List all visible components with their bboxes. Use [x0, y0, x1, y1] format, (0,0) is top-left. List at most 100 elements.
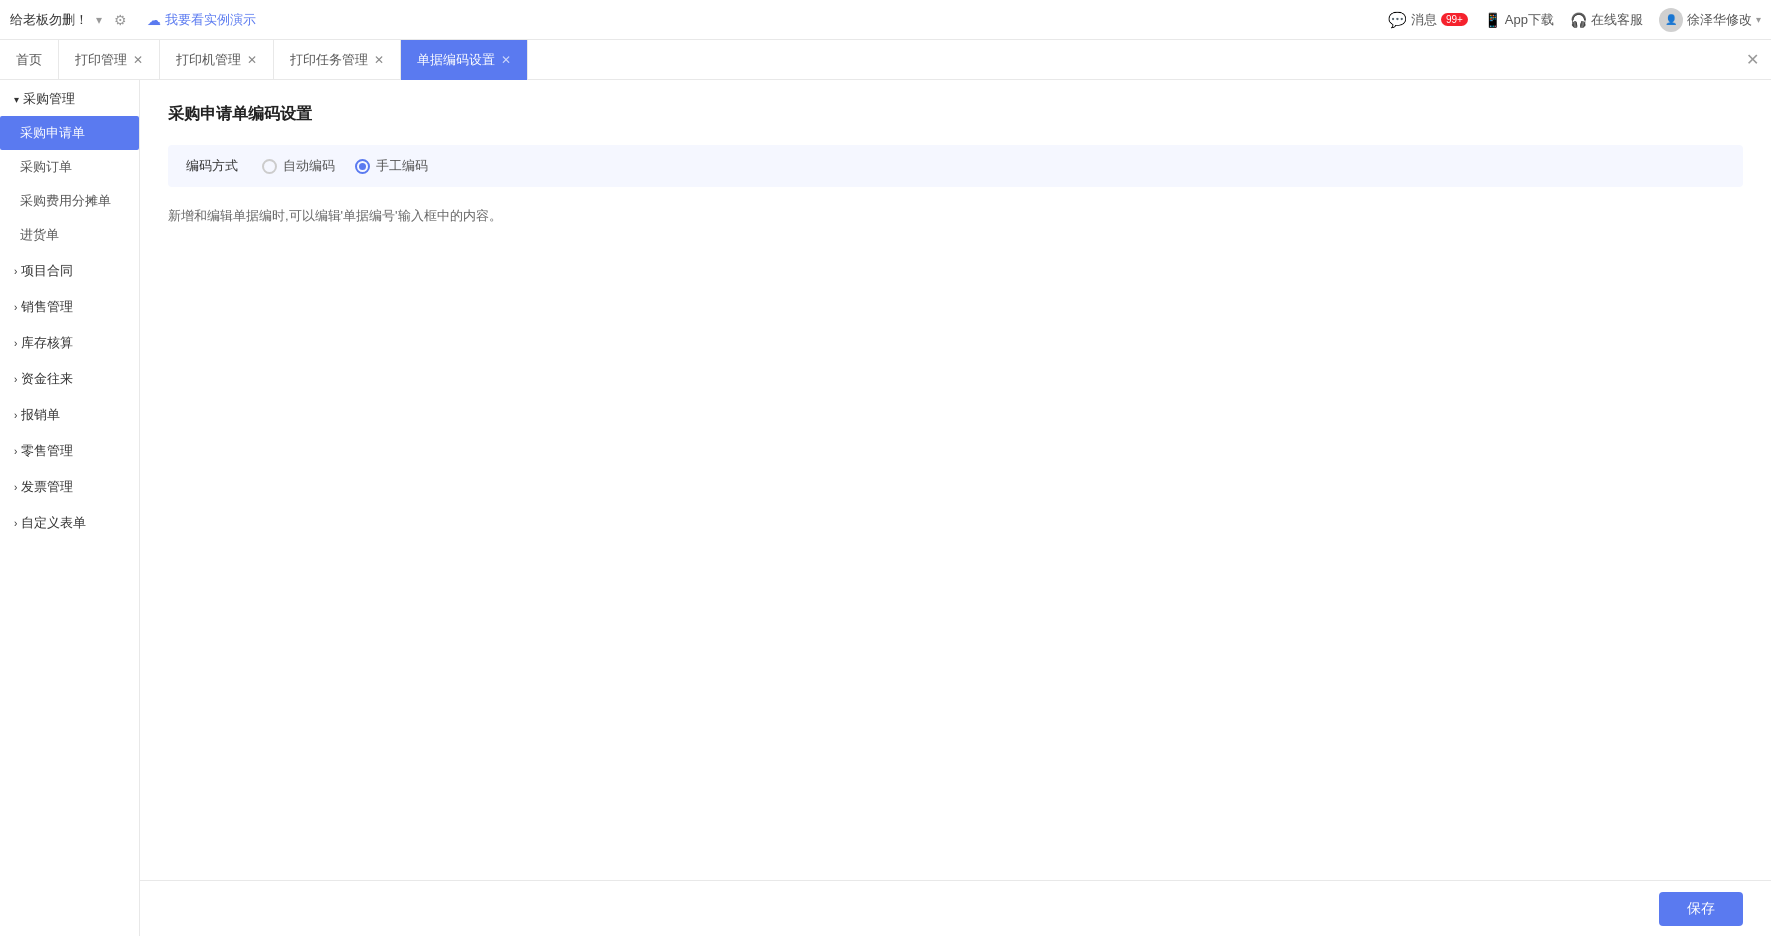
- main-layout: ▾ 采购管理 采购申请单 采购订单 采购费用分摊单 进货单 › 项目合同: [0, 80, 1771, 936]
- sidebar-group-custom-form: › 自定义表单: [0, 504, 139, 540]
- message-icon: 💬: [1388, 11, 1407, 29]
- tab-home[interactable]: 首页: [0, 40, 59, 80]
- sidebar-group-retail-label: 零售管理: [21, 442, 73, 460]
- sidebar-item-purchase-expense-label: 采购费用分摊单: [20, 193, 111, 208]
- app-download-button[interactable]: 📱 App下载: [1484, 11, 1554, 29]
- user-name: 徐泽华修改: [1687, 11, 1752, 29]
- tab-doc-encoding-settings-label: 单据编码设置: [417, 51, 495, 69]
- sidebar-group-project-contract-arrow: ›: [14, 266, 17, 277]
- encoding-method-row: 编码方式 自动编码 手工编码: [168, 145, 1743, 187]
- sidebar-group-sales-arrow: ›: [14, 302, 17, 313]
- tab-print-management[interactable]: 打印管理 ✕: [59, 40, 160, 80]
- tab-print-management-close[interactable]: ✕: [133, 53, 143, 67]
- brand-text: 给老板勿删！: [10, 11, 88, 29]
- demo-cloud-icon: ☁: [147, 12, 161, 28]
- sidebar-group-expense-title[interactable]: › 报销单: [0, 396, 139, 432]
- content-main: 采购申请单编码设置 编码方式 自动编码 手工编码 新增和编辑单据编时,可以编辑'…: [140, 80, 1771, 880]
- sidebar-group-invoice-title[interactable]: › 发票管理: [0, 468, 139, 504]
- sidebar-group-retail-title[interactable]: › 零售管理: [0, 432, 139, 468]
- tab-home-label: 首页: [16, 51, 42, 69]
- manual-encoding-radio[interactable]: [355, 159, 370, 174]
- user-dropdown-icon: ▾: [1756, 14, 1761, 25]
- sidebar-group-sales-title[interactable]: › 销售管理: [0, 288, 139, 324]
- tab-doc-encoding-settings-close[interactable]: ✕: [501, 53, 511, 67]
- sidebar-group-purchasing: ▾ 采购管理 采购申请单 采购订单 采购费用分摊单 进货单: [0, 80, 139, 252]
- bottom-bar: 保存: [140, 880, 1771, 936]
- gear-icon[interactable]: ⚙: [114, 12, 127, 28]
- sidebar-group-invoice: › 发票管理: [0, 468, 139, 504]
- sidebar-item-purchase-order-label: 采购订单: [20, 159, 72, 174]
- sidebar: ▾ 采购管理 采购申请单 采购订单 采购费用分摊单 进货单 › 项目合同: [0, 80, 140, 936]
- sidebar-item-purchase-request[interactable]: 采购申请单: [0, 116, 139, 150]
- page-title: 采购申请单编码设置: [168, 104, 1743, 125]
- tab-print-task-management-label: 打印任务管理: [290, 51, 368, 69]
- sidebar-group-expense-arrow: ›: [14, 410, 17, 421]
- message-label: 消息: [1411, 11, 1437, 29]
- auto-encoding-label: 自动编码: [283, 157, 335, 175]
- sidebar-group-custom-form-arrow: ›: [14, 518, 17, 529]
- manual-encoding-option[interactable]: 手工编码: [355, 157, 428, 175]
- sidebar-group-inventory: › 库存核算: [0, 324, 139, 360]
- sidebar-group-capital-title[interactable]: › 资金往来: [0, 360, 139, 396]
- tab-bar: 首页 打印管理 ✕ 打印机管理 ✕ 打印任务管理 ✕ 单据编码设置 ✕ ✕: [0, 40, 1771, 80]
- sidebar-group-project-contract-title[interactable]: › 项目合同: [0, 252, 139, 288]
- tab-printer-management-label: 打印机管理: [176, 51, 241, 69]
- tab-print-management-label: 打印管理: [75, 51, 127, 69]
- sidebar-group-custom-form-title[interactable]: › 自定义表单: [0, 504, 139, 540]
- phone-icon: 📱: [1484, 12, 1501, 28]
- window-close-button[interactable]: ✕: [1734, 50, 1771, 69]
- hint-text: 新增和编辑单据编时,可以编辑'单据编号'输入框中的内容。: [168, 207, 1743, 225]
- sidebar-item-stock-in[interactable]: 进货单: [0, 218, 139, 252]
- save-button[interactable]: 保存: [1659, 892, 1743, 926]
- sidebar-group-retail-arrow: ›: [14, 446, 17, 457]
- auto-encoding-option[interactable]: 自动编码: [262, 157, 335, 175]
- top-bar: 给老板勿删！ ▾ ⚙ ☁ 我要看实例演示 💬 消息 99+ 📱 App下载 🎧 …: [0, 0, 1771, 40]
- sidebar-group-invoice-arrow: ›: [14, 482, 17, 493]
- tab-printer-management[interactable]: 打印机管理 ✕: [160, 40, 274, 80]
- message-button[interactable]: 💬 消息 99+: [1388, 11, 1468, 29]
- sidebar-group-purchasing-arrow: ▾: [14, 94, 19, 105]
- encoding-radio-group: 自动编码 手工编码: [262, 157, 428, 175]
- top-bar-left: 给老板勿删！ ▾ ⚙ ☁ 我要看实例演示: [10, 11, 256, 29]
- headset-icon: 🎧: [1570, 12, 1587, 28]
- tab-print-task-management[interactable]: 打印任务管理 ✕: [274, 40, 401, 80]
- sidebar-group-capital-arrow: ›: [14, 374, 17, 385]
- online-support-button[interactable]: 🎧 在线客服: [1570, 11, 1643, 29]
- sidebar-group-inventory-label: 库存核算: [21, 334, 73, 352]
- sidebar-group-invoice-label: 发票管理: [21, 478, 73, 496]
- dropdown-arrow-icon[interactable]: ▾: [96, 13, 102, 27]
- content-area: 采购申请单编码设置 编码方式 自动编码 手工编码 新增和编辑单据编时,可以编辑'…: [140, 80, 1771, 936]
- tab-doc-encoding-settings[interactable]: 单据编码设置 ✕: [401, 40, 528, 80]
- message-badge: 99+: [1441, 13, 1468, 26]
- app-download-label: App下载: [1505, 11, 1554, 29]
- sidebar-group-capital-label: 资金往来: [21, 370, 73, 388]
- sidebar-group-custom-form-label: 自定义表单: [21, 514, 86, 532]
- sidebar-group-project-contract: › 项目合同: [0, 252, 139, 288]
- sidebar-group-inventory-arrow: ›: [14, 338, 17, 349]
- user-menu[interactable]: 👤 徐泽华修改 ▾: [1659, 8, 1761, 32]
- sidebar-group-inventory-title[interactable]: › 库存核算: [0, 324, 139, 360]
- manual-encoding-label: 手工编码: [376, 157, 428, 175]
- sidebar-group-sales-label: 销售管理: [21, 298, 73, 316]
- sidebar-group-project-contract-label: 项目合同: [21, 262, 73, 280]
- sidebar-group-sales: › 销售管理: [0, 288, 139, 324]
- sidebar-item-stock-in-label: 进货单: [20, 227, 59, 242]
- sidebar-group-capital: › 资金往来: [0, 360, 139, 396]
- encoding-method-label: 编码方式: [186, 157, 238, 175]
- top-bar-right: 💬 消息 99+ 📱 App下载 🎧 在线客服 👤 徐泽华修改 ▾: [1388, 8, 1761, 32]
- sidebar-group-purchasing-label: 采购管理: [23, 90, 75, 108]
- sidebar-item-purchase-expense[interactable]: 采购费用分摊单: [0, 184, 139, 218]
- demo-link[interactable]: ☁ 我要看实例演示: [147, 11, 256, 29]
- sidebar-group-retail: › 零售管理: [0, 432, 139, 468]
- sidebar-group-expense: › 报销单: [0, 396, 139, 432]
- auto-encoding-radio[interactable]: [262, 159, 277, 174]
- online-support-label: 在线客服: [1591, 11, 1643, 29]
- sidebar-item-purchase-request-label: 采购申请单: [20, 125, 85, 140]
- tab-print-task-management-close[interactable]: ✕: [374, 53, 384, 67]
- sidebar-item-purchase-order[interactable]: 采购订单: [0, 150, 139, 184]
- sidebar-group-expense-label: 报销单: [21, 406, 60, 424]
- demo-text: 我要看实例演示: [165, 11, 256, 29]
- tab-printer-management-close[interactable]: ✕: [247, 53, 257, 67]
- sidebar-group-purchasing-title[interactable]: ▾ 采购管理: [0, 80, 139, 116]
- avatar: 👤: [1659, 8, 1683, 32]
